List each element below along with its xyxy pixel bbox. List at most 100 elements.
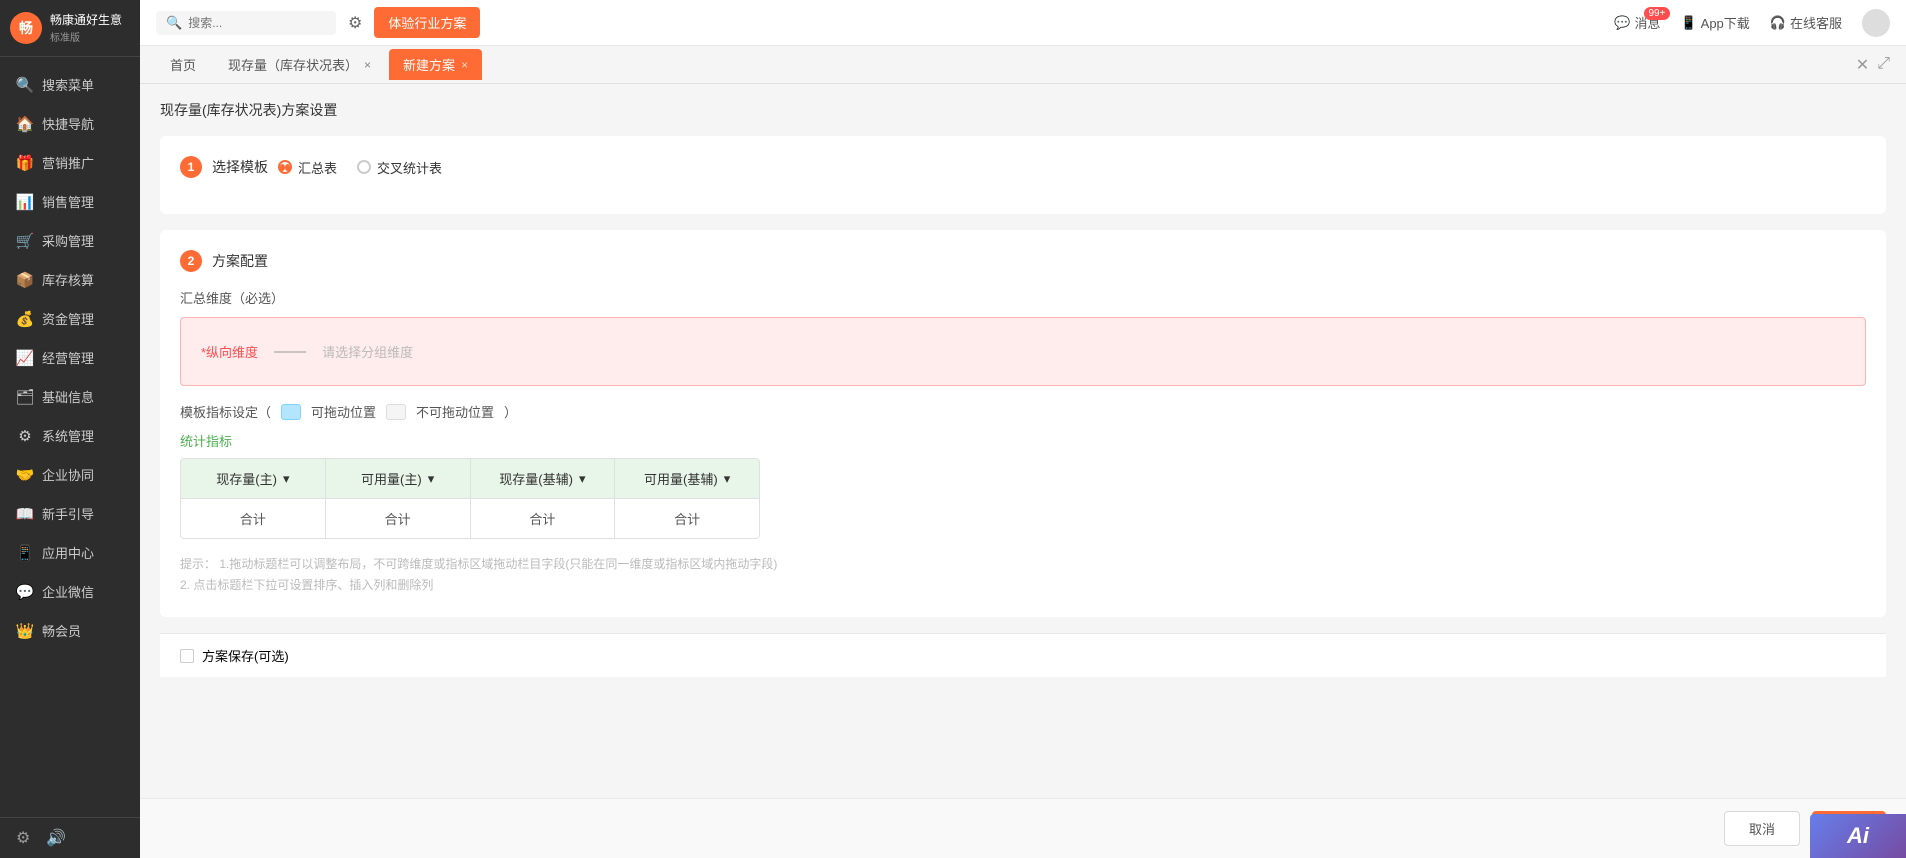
- folder-icon: 🗂: [16, 388, 34, 406]
- step2-title: 方案配置: [212, 251, 268, 271]
- stats-table: 现存量(主) ▾ 可用量(主) ▾ 现存量(基辅) ▾ 可用量(基辅) ▾: [180, 458, 760, 539]
- trend-icon: 📈: [16, 349, 34, 367]
- stats-header-col3[interactable]: 现存量(基辅) ▾: [471, 459, 616, 498]
- cancel-button[interactable]: 取消: [1724, 811, 1800, 846]
- dimension-box[interactable]: *纵向维度 —— 请选择分组维度: [180, 317, 1866, 386]
- sidebar-item-purchase[interactable]: 🛒 采购管理: [0, 221, 140, 260]
- sidebar-item-newuser[interactable]: 📖 新手引导: [0, 494, 140, 533]
- topbar-search-box[interactable]: 🔍: [156, 11, 336, 35]
- tab-new-plan[interactable]: 新建方案 ×: [389, 49, 482, 80]
- stats-section-title: 统计指标: [180, 431, 1866, 450]
- stats-header-row: 现存量(主) ▾ 可用量(主) ▾ 现存量(基辅) ▾ 可用量(基辅) ▾: [181, 459, 759, 498]
- radio-cross[interactable]: 交叉统计表: [357, 158, 442, 177]
- online-support-button[interactable]: 🎧 在线客服: [1770, 13, 1842, 32]
- sidebar-item-marketing[interactable]: 🎁 营销推广: [0, 143, 140, 182]
- app-download-button[interactable]: 📱 App下载: [1680, 13, 1749, 32]
- template-setting-label: 模板指标设定（: [180, 402, 271, 421]
- crown-icon: 👑: [16, 622, 34, 640]
- stats-body-col3: 合计: [471, 499, 616, 538]
- box-icon: 📦: [16, 271, 34, 289]
- sidebar-item-shortcut[interactable]: 🏠 快捷导航: [0, 104, 140, 143]
- topbar-right: 💬 消息 99+ 📱 App下载 🎧 在线客服: [1614, 9, 1890, 37]
- sidebar-item-appstore[interactable]: 📱 应用中心: [0, 533, 140, 572]
- sidebar-item-label: 基础信息: [42, 387, 94, 406]
- message-button[interactable]: 💬 消息 99+: [1614, 13, 1660, 32]
- support-icon: 🎧: [1770, 15, 1786, 31]
- step2-badge: 2: [180, 250, 202, 272]
- handshake-icon: 🤝: [16, 466, 34, 484]
- step1-title: 选择模板: [212, 157, 268, 177]
- search-icon: 🔍: [16, 76, 34, 94]
- sidebar-item-label: 资金管理: [42, 309, 94, 328]
- radio-summary-circle: [278, 160, 292, 174]
- content-area: 现存量(库存状况表)方案设置 1 选择模板 汇总表 交叉统计表: [140, 84, 1906, 798]
- chat-icon: 💬: [16, 583, 34, 601]
- main-content: 🔍 ⚙ 体验行业方案 💬 消息 99+ 📱 App下载 🎧 在线客服 首页: [140, 0, 1906, 858]
- sidebar-item-label: 搜索菜单: [42, 75, 94, 94]
- tab-home[interactable]: 首页: [156, 49, 210, 80]
- mobile-icon: 📱: [16, 544, 34, 562]
- sidebar-item-enterprise[interactable]: 🤝 企业协同: [0, 455, 140, 494]
- sidebar-item-label: 企业微信: [42, 582, 94, 601]
- topbar-gear-icon[interactable]: ⚙: [348, 13, 362, 33]
- search-input-icon: 🔍: [166, 15, 182, 31]
- sound-footer-icon[interactable]: 🔊: [46, 828, 66, 848]
- radio-cross-label: 交叉统计表: [377, 158, 442, 177]
- step1-header: 1 选择模板 汇总表 交叉统计表: [180, 156, 1866, 178]
- page-title: 现存量(库存状况表)方案设置: [160, 100, 1886, 120]
- sidebar-item-operation[interactable]: 📈 经营管理: [0, 338, 140, 377]
- fixed-label: 不可拖动位置: [416, 402, 494, 421]
- stats-col2-dropdown-icon[interactable]: ▾: [428, 471, 435, 487]
- tab-new-plan-close-icon[interactable]: ×: [461, 58, 468, 72]
- movable-label: 可拖动位置: [311, 402, 376, 421]
- user-avatar[interactable]: [1862, 9, 1890, 37]
- topbar: 🔍 ⚙ 体验行业方案 💬 消息 99+ 📱 App下载 🎧 在线客服: [140, 0, 1906, 46]
- stats-col3-dropdown-icon[interactable]: ▾: [579, 471, 586, 487]
- tip-line2: 2. 点击标题栏下拉可设置排序、插入列和删除列: [180, 576, 1866, 593]
- sidebar-item-label: 营销推广: [42, 153, 94, 172]
- sidebar-item-system[interactable]: ⚙ 系统管理: [0, 416, 140, 455]
- tab-inventory-close-icon[interactable]: ×: [364, 58, 371, 72]
- sidebar-item-finance[interactable]: 💰 资金管理: [0, 299, 140, 338]
- settings-footer-icon[interactable]: ⚙: [16, 828, 30, 848]
- sidebar-item-basic[interactable]: 🗂 基础信息: [0, 377, 140, 416]
- tab-home-label: 首页: [170, 55, 196, 74]
- tab-inventory-status[interactable]: 现存量（库存状况表） ×: [214, 49, 385, 80]
- sidebar-item-wechat[interactable]: 💬 企业微信: [0, 572, 140, 611]
- ai-badge[interactable]: Ai: [1810, 814, 1906, 858]
- sidebar: 畅 畅康通好生意 标准版 🔍 搜索菜单 🏠 快捷导航 🎁 营销推广 📊 销售管理…: [0, 0, 140, 858]
- sidebar-item-label: 系统管理: [42, 426, 94, 445]
- step2-card: 2 方案配置 汇总维度（必选） *纵向维度 —— 请选择分组维度 模板指标设定（…: [160, 230, 1886, 617]
- sidebar-item-label: 新手引导: [42, 504, 94, 523]
- sidebar-item-label: 畅会员: [42, 621, 81, 640]
- save-checkbox[interactable]: [180, 649, 194, 663]
- stats-col3-label: 现存量(基辅): [499, 469, 573, 488]
- stats-body-col4: 合计: [615, 499, 759, 538]
- sidebar-item-sales[interactable]: 📊 销售管理: [0, 182, 140, 221]
- sidebar-item-search[interactable]: 🔍 搜索菜单: [0, 65, 140, 104]
- sidebar-item-inventory[interactable]: 📦 库存核算: [0, 260, 140, 299]
- step1-card: 1 选择模板 汇总表 交叉统计表: [160, 136, 1886, 214]
- sidebar-item-label: 销售管理: [42, 192, 94, 211]
- gift-icon: 🎁: [16, 154, 34, 172]
- tip-line1: 提示： 1.拖动标题栏可以调整布局，不可跨维度或指标区域拖动栏目字段(只能在同一…: [180, 555, 1866, 572]
- trial-button[interactable]: 体验行业方案: [374, 7, 480, 38]
- stats-col4-label: 可用量(基辅): [644, 469, 718, 488]
- tab-new-plan-label: 新建方案: [403, 55, 455, 74]
- template-radio-group: 汇总表 交叉统计表: [278, 158, 442, 177]
- stats-col1-dropdown-icon[interactable]: ▾: [283, 471, 290, 487]
- radio-summary[interactable]: 汇总表: [278, 158, 337, 177]
- stats-col4-dropdown-icon[interactable]: ▾: [724, 471, 731, 487]
- tabbar: 首页 现存量（库存状况表） × 新建方案 × ✕ ⤢: [140, 46, 1906, 84]
- tab-expand-icon[interactable]: ⤢: [1877, 55, 1890, 75]
- search-input[interactable]: [188, 16, 326, 30]
- sidebar-item-member[interactable]: 👑 畅会员: [0, 611, 140, 650]
- online-support-label: 在线客服: [1790, 13, 1842, 32]
- sidebar-item-label: 库存核算: [42, 270, 94, 289]
- cart-icon: 🛒: [16, 232, 34, 250]
- tab-close-all-icon[interactable]: ✕: [1856, 55, 1869, 75]
- stats-header-col4[interactable]: 可用量(基辅) ▾: [615, 459, 759, 498]
- stats-header-col2[interactable]: 可用量(主) ▾: [326, 459, 471, 498]
- sidebar-item-label: 企业协同: [42, 465, 94, 484]
- stats-header-col1[interactable]: 现存量(主) ▾: [181, 459, 326, 498]
